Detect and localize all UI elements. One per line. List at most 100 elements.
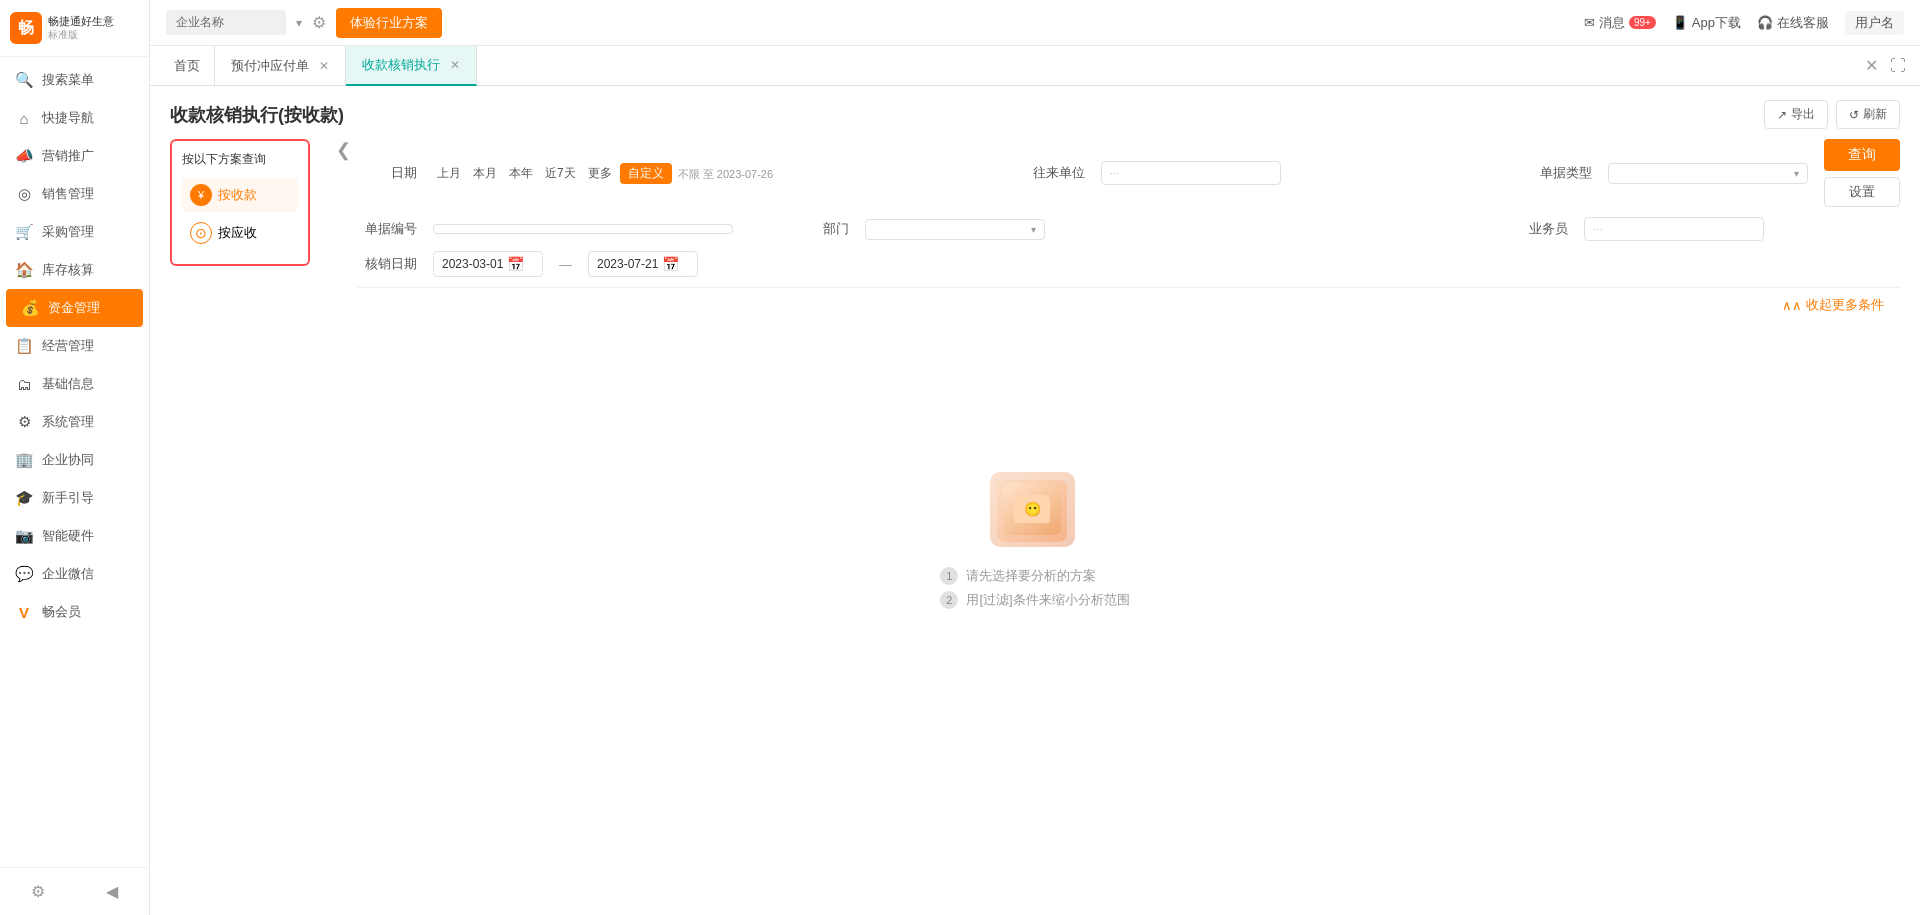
header-gear-icon[interactable]: ⚙ xyxy=(312,13,326,32)
refresh-button[interactable]: ↺ 刷新 xyxy=(1836,100,1900,129)
app-label: App下载 xyxy=(1692,14,1741,32)
date-btn-this-year[interactable]: 本年 xyxy=(505,163,537,184)
service-button[interactable]: 🎧 在线客服 xyxy=(1757,14,1829,32)
receipt-icon: ¥ xyxy=(190,184,212,206)
header-right: ✉ 消息 99+ 📱 App下载 🎧 在线客服 用户名 xyxy=(1584,11,1904,35)
filter-row-3: 核销日期 2023-03-01 📅 — 2023-07-21 📅 xyxy=(357,251,1900,277)
calendar-start-icon[interactable]: 📅 xyxy=(507,256,524,272)
tab-actions: ✕ ⛶ xyxy=(1861,52,1910,79)
dept-select[interactable]: ▾ xyxy=(865,219,1045,240)
staff-dots-icon: ··· xyxy=(1593,222,1603,236)
finance-icon: 💰 xyxy=(20,299,40,317)
sidebar-item-marketing[interactable]: 📣 营销推广 xyxy=(0,137,149,175)
sidebar-item-system[interactable]: ⚙ 系统管理 xyxy=(0,403,149,441)
export-button[interactable]: ↗ 导出 xyxy=(1764,100,1828,129)
date-group: 上月 本月 本年 近7天 更多 自定义 不限 至 2023-07-26 xyxy=(433,163,773,184)
tab-receive-close[interactable]: ✕ xyxy=(450,58,460,72)
operation-icon: 📋 xyxy=(14,337,34,355)
filter-option-by-receivable[interactable]: ⊙ 按应收 xyxy=(182,216,298,250)
date-btn-custom[interactable]: 自定义 xyxy=(620,163,672,184)
app-version: 标准版 xyxy=(48,28,114,42)
page-inner: 收款核销执行(按收款) ↗ 导出 ↺ 刷新 按以下方 xyxy=(150,86,1920,915)
staff-input[interactable]: ··· xyxy=(1584,217,1764,241)
order-type-select[interactable]: ▾ xyxy=(1608,163,1808,184)
sidebar-item-hardware[interactable]: 📷 智能硬件 xyxy=(0,517,149,555)
order-no-input[interactable] xyxy=(433,224,733,234)
collapse-label: 收起更多条件 xyxy=(1806,296,1884,314)
message-icon: ✉ xyxy=(1584,15,1595,30)
collapse-sidebar-button[interactable]: ◀ xyxy=(100,876,124,907)
sidebar-bottom: ⚙ ◀ xyxy=(0,867,149,915)
tab-maximize-icon[interactable]: ⛶ xyxy=(1886,53,1910,79)
guide-icon: 🎓 xyxy=(14,489,34,507)
hardware-icon: 📷 xyxy=(14,527,34,545)
sidebar-item-finance[interactable]: 💰 资金管理 xyxy=(6,289,143,327)
dropdown-icon[interactable]: ▾ xyxy=(296,16,302,30)
calendar-end-icon[interactable]: 📅 xyxy=(662,256,679,272)
order-type-label: 单据类型 xyxy=(1532,164,1592,182)
sidebar-label-search: 搜索菜单 xyxy=(42,71,94,89)
setting-button[interactable]: 设置 xyxy=(1824,177,1900,207)
header-left: 企业名称 ▾ ⚙ 体验行业方案 xyxy=(166,8,442,38)
filter-row-1: 日期 上月 本月 本年 近7天 更多 自定义 不限 至 20 xyxy=(357,139,1900,207)
verify-date-end-input[interactable]: 2023-07-21 📅 xyxy=(588,251,698,277)
message-button[interactable]: ✉ 消息 99+ xyxy=(1584,14,1656,32)
tip-num-1: 1 xyxy=(940,567,958,585)
sidebar-item-search[interactable]: 🔍 搜索菜单 xyxy=(0,61,149,99)
corp-icon: 🏢 xyxy=(14,451,34,469)
tab-home[interactable]: 首页 xyxy=(160,46,215,86)
sidebar-item-guide[interactable]: 🎓 新手引导 xyxy=(0,479,149,517)
empty-illustration: 😶 xyxy=(975,447,1095,547)
system-icon: ⚙ xyxy=(14,413,34,431)
sidebar-label-marketing: 营销推广 xyxy=(42,147,94,165)
sidebar-item-corp[interactable]: 🏢 企业协同 xyxy=(0,441,149,479)
verify-date-label: 核销日期 xyxy=(357,255,417,273)
date-btn-this-month[interactable]: 本月 xyxy=(469,163,501,184)
username-text: 用户名 xyxy=(1855,15,1894,30)
purchase-icon: 🛒 xyxy=(14,223,34,241)
date-separator: — xyxy=(559,257,572,272)
verify-date-start-input[interactable]: 2023-03-01 📅 xyxy=(433,251,543,277)
sidebar-item-inventory[interactable]: 🏠 库存核算 xyxy=(0,251,149,289)
sidebar-label-system: 系统管理 xyxy=(42,413,94,431)
app-name: 畅捷通好生意 xyxy=(48,14,114,28)
date-btn-last-month[interactable]: 上月 xyxy=(433,163,465,184)
sidebar-label-base: 基础信息 xyxy=(42,375,94,393)
app-download-button[interactable]: 📱 App下载 xyxy=(1672,14,1741,32)
date-btn-more[interactable]: 更多 xyxy=(584,163,616,184)
sidebar-item-member[interactable]: V 畅会员 xyxy=(0,593,149,631)
query-button[interactable]: 查询 xyxy=(1824,139,1900,171)
sidebar-item-sales[interactable]: ◎ 销售管理 xyxy=(0,175,149,213)
filter-collapse-button[interactable]: ❮ xyxy=(330,139,357,161)
tip-num-2: 2 xyxy=(940,591,958,609)
sidebar-item-purchase[interactable]: 🛒 采购管理 xyxy=(0,213,149,251)
message-badge: 99+ xyxy=(1629,16,1656,29)
tab-receive[interactable]: 收款核销执行 ✕ xyxy=(346,46,477,86)
sidebar-item-wechat[interactable]: 💬 企业微信 xyxy=(0,555,149,593)
filter-option-by-receipt[interactable]: ¥ 按收款 xyxy=(182,178,298,212)
filter-sidebar: 按以下方案查询 ¥ 按收款 ⊙ 按应收 xyxy=(170,139,310,266)
counterpart-label: 往来单位 xyxy=(1025,164,1085,182)
date-btn-7days[interactable]: 近7天 xyxy=(541,163,580,184)
service-label: 在线客服 xyxy=(1777,14,1829,32)
sidebar-label-hardware: 智能硬件 xyxy=(42,527,94,545)
top-header: 企业名称 ▾ ⚙ 体验行业方案 ✉ 消息 99+ 📱 App下载 🎧 在线客服 … xyxy=(150,0,1920,46)
sidebar-item-base[interactable]: 🗂 基础信息 xyxy=(0,365,149,403)
sidebar-label-guide: 新手引导 xyxy=(42,489,94,507)
solution-button[interactable]: 体验行业方案 xyxy=(336,8,442,38)
collapse-more-button[interactable]: ∧∧ 收起更多条件 xyxy=(357,292,1900,318)
filter-option1-label: 按收款 xyxy=(218,186,257,204)
tab-close-all-icon[interactable]: ✕ xyxy=(1861,52,1882,79)
tab-prepay[interactable]: 预付冲应付单 ✕ xyxy=(215,46,346,86)
user-menu[interactable]: 用户名 xyxy=(1845,11,1904,35)
refresh-icon: ↺ xyxy=(1849,108,1859,122)
sidebar-item-operation[interactable]: 📋 经营管理 xyxy=(0,327,149,365)
sidebar-item-shortcuts[interactable]: ⌂ 快捷导航 xyxy=(0,99,149,137)
counterpart-input[interactable]: ··· xyxy=(1101,161,1281,185)
inventory-icon: 🏠 xyxy=(14,261,34,279)
filter-option2-label: 按应收 xyxy=(218,224,257,242)
date-shortcuts: 上月 本月 本年 近7天 更多 自定义 xyxy=(433,163,672,184)
settings-button[interactable]: ⚙ xyxy=(25,876,51,907)
empty-tip-2: 2 用[过滤]条件来缩小分析范围 xyxy=(940,591,1129,609)
tab-prepay-close[interactable]: ✕ xyxy=(319,59,329,73)
